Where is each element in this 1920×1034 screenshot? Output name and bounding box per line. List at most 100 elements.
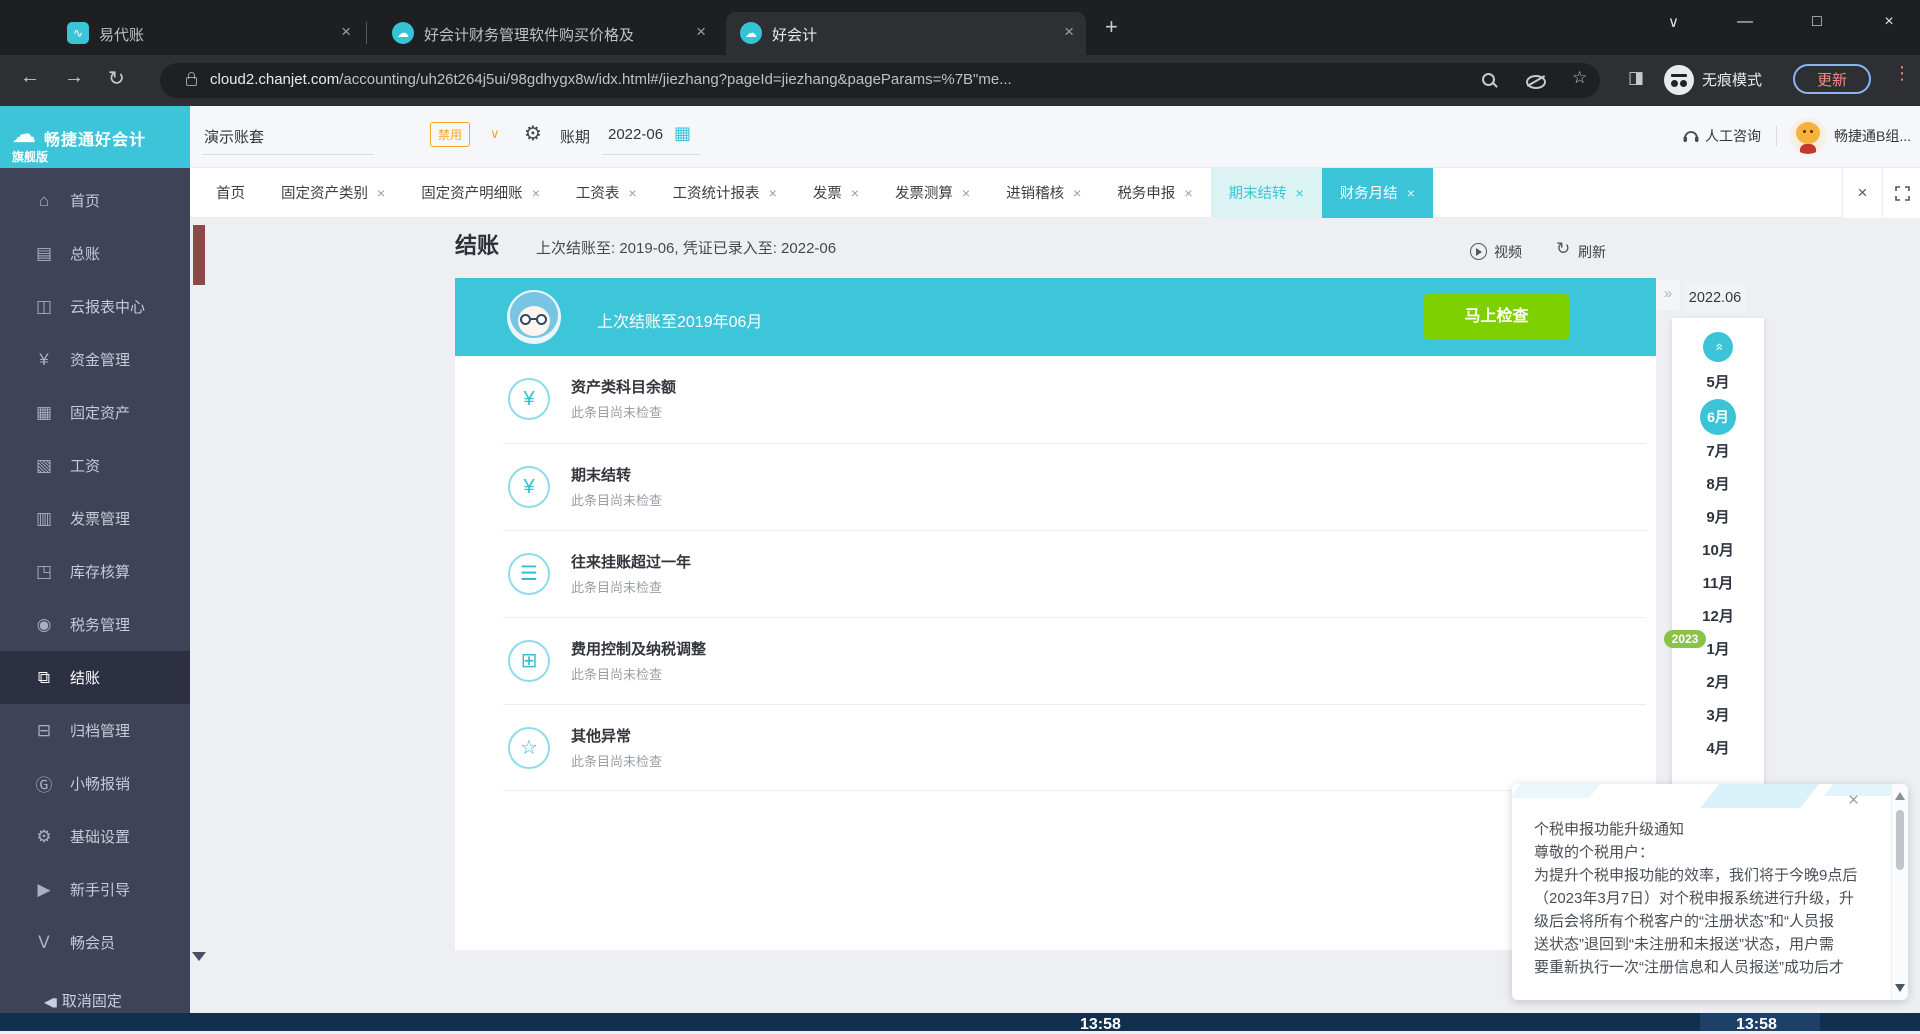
bookmark-star-icon[interactable]: ☆ (1572, 68, 1587, 88)
month-item[interactable]: 7月 (1706, 435, 1729, 468)
window-close-button[interactable]: × (1874, 13, 1904, 31)
sidebar-item[interactable]: ⚙ 基础设置 (0, 810, 190, 863)
sidebar-item[interactable]: Ⅴ 畅会员 (0, 916, 190, 969)
popup-close-icon[interactable]: × (1848, 790, 1859, 812)
workspace-tab-close-icon[interactable]: × (1407, 185, 1415, 201)
tab-close-icon[interactable]: × (1064, 22, 1074, 42)
tab-close-icon[interactable]: × (341, 22, 351, 42)
workspace-tab-close-icon[interactable]: × (769, 185, 777, 201)
video-play-icon[interactable] (1470, 243, 1487, 260)
sidebar-item[interactable]: ◫ 云报表中心 (0, 280, 190, 333)
check-now-button[interactable]: 马上检查 (1424, 294, 1569, 340)
months-scroll-up-icon[interactable]: » (1703, 332, 1733, 362)
workspace-tab[interactable]: 税务申报 × (1099, 168, 1210, 218)
month-item[interactable]: 1月 (1706, 633, 1729, 666)
workspace-tab[interactable]: 工资统计报表 × (655, 168, 795, 218)
check-item-row[interactable]: ¥ 资产类科目余额 此条目尚未检查 (503, 356, 1646, 443)
reload-button[interactable]: ↻ (108, 66, 125, 91)
account-set-selector[interactable]: 演示账套 (204, 126, 264, 147)
sidebar-item[interactable]: Ⓖ 小畅报销 (0, 757, 190, 810)
eye-off-icon[interactable] (1526, 75, 1546, 89)
check-item-row[interactable]: ¥ 期末结转 此条目尚未检查 (503, 443, 1646, 530)
month-item[interactable]: 3月 (1706, 699, 1729, 732)
refresh-icon[interactable]: ↻ (1556, 239, 1570, 259)
workspace-tab[interactable]: 首页 × (198, 168, 263, 218)
tab-search-icon[interactable]: ∨ (1668, 13, 1679, 31)
browser-tab[interactable]: ☁ 好会计财务管理软件购买价格及 × (378, 12, 718, 55)
sidebar-item[interactable]: ▶ 新手引导 (0, 863, 190, 916)
workspace-tab-close-icon[interactable]: × (962, 185, 970, 201)
sidebar-scrollbar-thumb[interactable] (193, 225, 205, 285)
workspace-tab-close-icon[interactable]: × (377, 185, 385, 201)
back-button[interactable]: ← (20, 66, 40, 89)
scroll-up-icon[interactable] (1895, 792, 1905, 800)
scrollbar-thumb[interactable] (1896, 810, 1904, 870)
calendar-icon[interactable]: ▦ (674, 123, 691, 144)
browser-tab[interactable]: ∿ 易代账 × (53, 12, 363, 55)
ledger-icon: ▤ (35, 243, 53, 263)
sidebar-item[interactable]: ⊟ 归档管理 (0, 704, 190, 757)
sidebar-scroll-down-icon[interactable] (192, 952, 206, 961)
workspace-tab[interactable]: 期末结转 × (1210, 167, 1322, 218)
workspace-tab[interactable]: 工资表 × (558, 168, 655, 218)
month-item[interactable]: 9月 (1706, 501, 1729, 534)
workspace-tab[interactable]: 固定资产明细账 × (403, 168, 558, 218)
zoom-icon[interactable] (1482, 73, 1495, 86)
window-maximize-button[interactable]: □ (1802, 13, 1832, 31)
new-tab-button[interactable]: + (1105, 14, 1118, 40)
workspace-tab[interactable]: 发票测算 × (877, 168, 988, 218)
month-item[interactable]: 2月 (1706, 666, 1729, 699)
unpin-button[interactable]: ◀▮ 取消固定 (44, 990, 122, 1011)
workspace-tab-close-icon[interactable]: × (1296, 185, 1304, 201)
month-item[interactable]: 6月 (1700, 399, 1736, 435)
sidebar-item[interactable]: ◉ 税务管理 (0, 598, 190, 651)
month-item[interactable]: 11月 (1703, 567, 1734, 600)
sidebar-item[interactable]: ⧉ 结账 (0, 651, 190, 704)
video-button[interactable]: 视频 (1494, 242, 1522, 262)
month-item[interactable]: 10月 (1702, 534, 1734, 567)
workspace-tab-close-icon[interactable]: × (532, 185, 540, 201)
close-all-tabs-button[interactable]: × (1842, 168, 1882, 218)
period-value[interactable]: 2022-06 (608, 126, 663, 143)
sidebar-item[interactable]: ▧ 工资 (0, 439, 190, 492)
month-item[interactable]: 4月 (1706, 732, 1729, 765)
workspace-tab[interactable]: 进销稽核 × (988, 168, 1099, 218)
scroll-down-icon[interactable] (1895, 984, 1905, 992)
workspace-tab-label: 固定资产明细账 (421, 186, 523, 202)
workspace-tab-close-icon[interactable]: × (1184, 185, 1192, 201)
browser-menu-icon[interactable]: ⋮ (1893, 63, 1911, 84)
check-item-row[interactable]: ⊞ 费用控制及纳税调整 此条目尚未检查 (503, 617, 1646, 704)
month-item[interactable]: 8月 (1706, 468, 1729, 501)
month-item[interactable]: 5月 (1706, 366, 1729, 399)
forward-button[interactable]: → (64, 66, 84, 89)
fullscreen-button[interactable] (1882, 168, 1920, 218)
sidebar-item[interactable]: ⌂ 首页 (0, 174, 190, 227)
tab-close-icon[interactable]: × (696, 22, 706, 42)
workspace-tab-close-icon[interactable]: × (628, 185, 636, 201)
window-minimize-button[interactable]: — (1730, 13, 1760, 31)
browser-tab[interactable]: ☁ 好会计 × (726, 12, 1086, 55)
sidebar-item[interactable]: ▥ 发票管理 (0, 492, 190, 545)
check-item-row[interactable]: ☆ 其他异常 此条目尚未检查 (503, 704, 1646, 791)
workspace-tab-close-icon[interactable]: × (851, 185, 859, 201)
side-panel-icon[interactable]: ◨ (1628, 68, 1644, 88)
workspace-tab-close-icon[interactable]: × (1073, 185, 1081, 201)
user-menu[interactable]: 畅捷通B组... (1834, 126, 1914, 146)
check-item-row[interactable]: ☰ 往来挂账超过一年 此条目尚未检查 (503, 530, 1646, 617)
workspace-tab[interactable]: 固定资产类别 × (263, 168, 403, 218)
workspace-tab[interactable]: 财务月结 × (1321, 167, 1433, 218)
funds-icon: ¥ (39, 349, 49, 369)
sidebar-item[interactable]: ¥ 资金管理 (0, 333, 190, 386)
refresh-button[interactable]: 刷新 (1578, 242, 1606, 262)
chevron-down-icon[interactable]: ∨ (490, 126, 500, 142)
workspace-tab[interactable]: 发票 × (795, 168, 877, 218)
support-link[interactable]: 人工咨询 (1705, 126, 1761, 146)
month-item[interactable]: 12月 (1702, 600, 1734, 633)
url-bar[interactable]: cloud2.chanjet.com/accounting/uh26t264j5… (160, 63, 1600, 98)
sidebar-item[interactable]: ▤ 总账 (0, 227, 190, 280)
sidebar-item[interactable]: ▦ 固定资产 (0, 386, 190, 439)
gear-icon[interactable]: ⚙ (524, 121, 542, 146)
update-button[interactable]: 更新 (1793, 64, 1871, 94)
sidebar-item[interactable]: ◳ 库存核算 (0, 545, 190, 598)
panel-collapse-icon[interactable]: » (1656, 280, 1680, 310)
